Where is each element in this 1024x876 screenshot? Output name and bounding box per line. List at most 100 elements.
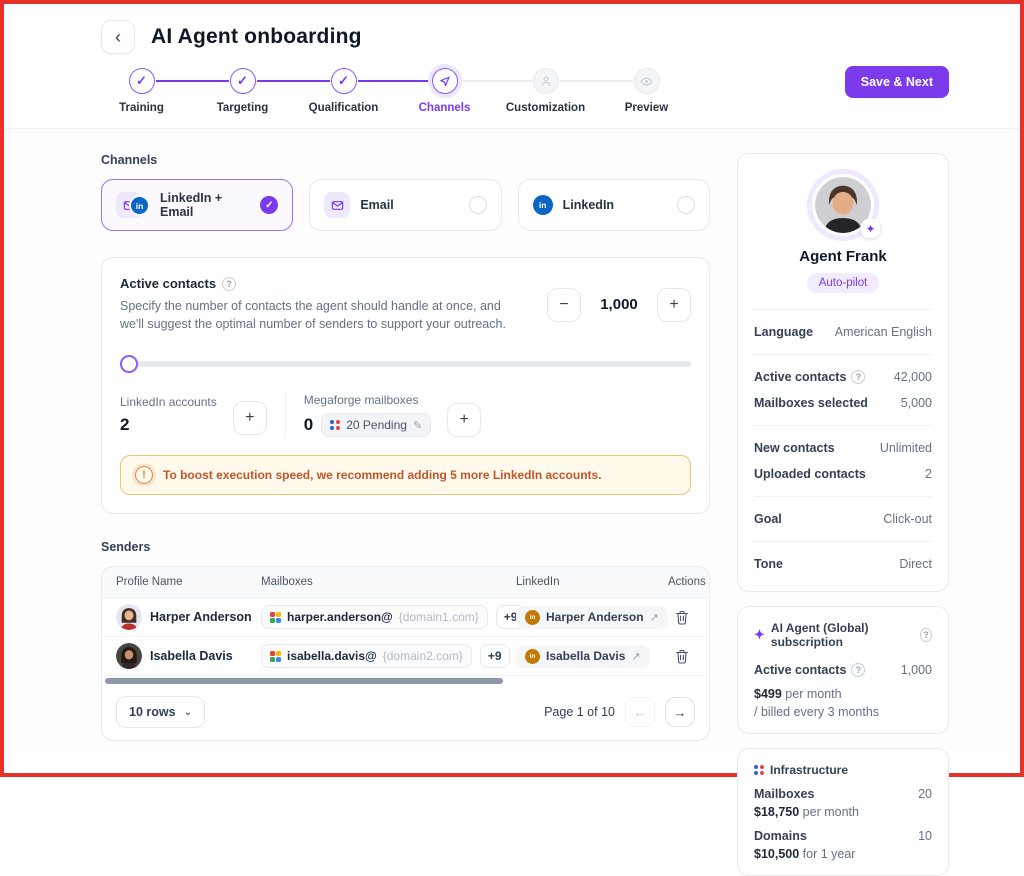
megaforge-mailboxes-label: Megaforge mailboxes	[303, 393, 419, 408]
step-targeting[interactable]: ✓ Targeting	[155, 68, 293, 114]
megaforge-icon	[754, 765, 764, 775]
chevron-down-icon: ⌄	[183, 706, 192, 718]
next-page-button[interactable]: →	[665, 697, 695, 728]
stat-mailboxes-selected: Mailboxes selected 5,000	[754, 396, 932, 410]
mailbox-badge[interactable]: isabella.davis@ {domain2.com}	[261, 644, 472, 669]
step-preview[interactable]: Preview	[559, 68, 697, 114]
slider-handle[interactable]	[120, 355, 138, 374]
infra-domains: Domains 10 $10,500 for 1 year	[754, 829, 932, 861]
page-title: AI Agent onboarding	[151, 25, 362, 48]
decrement-button[interactable]: −	[547, 287, 581, 322]
save-next-button[interactable]: Save & Next	[844, 66, 949, 98]
active-contacts-value: 1,000	[600, 296, 638, 314]
slider-track	[120, 361, 691, 368]
senders-table: Profile Name Mailboxes LinkedIn Actions …	[101, 566, 710, 742]
channel-option-linkedin-email[interactable]: in LinkedIn + Email ✓	[101, 179, 294, 231]
warning-text: To boost execution speed, we recommend a…	[163, 468, 602, 483]
infrastructure-header: Infrastructure	[754, 763, 932, 777]
linkedin-icon: in	[532, 195, 553, 215]
linkedin-profile-link[interactable]: in Harper Anderson ↗	[516, 605, 668, 629]
stat-uploaded-contacts: Uploaded contacts 2	[754, 467, 932, 481]
column-header: Mailboxes	[261, 576, 313, 589]
radio-unchecked-icon[interactable]	[676, 196, 695, 214]
add-mailbox-button[interactable]: +	[447, 403, 482, 438]
stat-goal: Goal Click-out	[754, 512, 932, 526]
step-label: Targeting	[216, 102, 269, 114]
add-linkedin-account-button[interactable]: +	[232, 401, 267, 436]
linkedin-accounts-value: 2	[120, 415, 130, 435]
radio-unchecked-icon[interactable]	[468, 196, 487, 214]
ai-sparkle-icon: ✦	[861, 219, 880, 238]
email-linkedin-combo-icon: in	[116, 192, 150, 218]
step-training[interactable]: ✓ Training	[91, 68, 192, 114]
channel-label: LinkedIn	[562, 198, 615, 212]
google-workspace-icon	[270, 611, 281, 623]
help-icon[interactable]: ?	[222, 276, 237, 291]
active-contacts-title: Active contacts ?	[120, 276, 527, 291]
table-row: Harper Anderson harper.anderson@ {domain1…	[102, 598, 709, 638]
delete-sender-button[interactable]	[675, 649, 689, 664]
delete-sender-button[interactable]	[675, 610, 689, 625]
stepper: ✓ Training ✓ Targeting ✓ Qualification C…	[91, 68, 949, 114]
step-qualification[interactable]: ✓ Qualification	[256, 68, 394, 114]
step-channels[interactable]: Channels	[357, 68, 495, 114]
sender-name: Isabella Davis	[150, 649, 233, 664]
channel-option-linkedin[interactable]: in LinkedIn	[517, 179, 710, 231]
table-header-row: Profile Name Mailboxes LinkedIn Actions	[102, 567, 709, 599]
stat-language: Language American English	[754, 325, 932, 339]
help-icon[interactable]: ?	[851, 370, 866, 384]
infrastructure-card: Infrastructure Mailboxes 20 $18,750 per …	[737, 748, 949, 876]
stat-active-contacts: Active contacts? 42,000	[754, 370, 932, 384]
edit-pencil-icon[interactable]: ✎	[413, 419, 422, 432]
back-button[interactable]: ‹	[101, 20, 135, 54]
email-icon	[324, 192, 351, 218]
step-customization[interactable]: Customization	[458, 68, 596, 114]
help-icon[interactable]: ?	[851, 663, 866, 677]
megaforge-mailboxes-value: 0	[303, 415, 314, 435]
pending-mailboxes-badge[interactable]: 20 Pending ✎	[321, 413, 432, 438]
eye-icon	[633, 68, 660, 94]
channel-label: LinkedIn + Email	[160, 191, 223, 219]
step-label: Qualification	[308, 102, 379, 114]
agent-summary-card: ✦ Agent Frank Auto-pilot Language Americ…	[737, 153, 949, 592]
subscription-billing-note: / billed every 3 months	[754, 705, 880, 719]
person-icon	[532, 68, 559, 94]
send-plane-icon	[431, 68, 458, 94]
page-info: Page 1 of 10	[544, 705, 615, 720]
help-icon[interactable]: ?	[920, 628, 932, 642]
channel-option-email[interactable]: Email	[309, 179, 502, 231]
sender-name: Harper Anderson	[150, 610, 252, 625]
active-contacts-description: Specify the number of contacts the agent…	[120, 299, 506, 332]
avatar	[116, 604, 142, 631]
step-label: Preview	[624, 102, 669, 114]
google-workspace-icon	[270, 650, 281, 662]
divider	[754, 496, 932, 497]
mailbox-badge[interactable]: harper.anderson@ {domain1.com}	[261, 605, 488, 630]
channel-label: Email	[360, 198, 394, 212]
linkedin-icon: in	[525, 609, 540, 625]
increment-button[interactable]: +	[657, 287, 691, 322]
stat-new-contacts: New contacts Unlimited	[754, 441, 932, 455]
linkedin-profile-link[interactable]: in Isabella Davis ↗	[516, 644, 650, 668]
senders-section-label: Senders	[101, 540, 151, 555]
step-label: Training	[119, 102, 164, 114]
stat-tone: Tone Direct	[754, 557, 932, 571]
rows-per-page-select[interactable]: 10 rows ⌄	[116, 696, 205, 729]
infra-mailboxes: Mailboxes 20 $18,750 per month	[754, 787, 932, 819]
active-contacts-slider[interactable]	[120, 355, 691, 374]
divider	[754, 354, 932, 355]
vertical-divider	[284, 393, 286, 438]
divider	[754, 425, 932, 426]
linkedin-icon: in	[525, 648, 540, 664]
radio-checked-icon[interactable]: ✓	[260, 196, 279, 214]
linkedin-accounts-label: LinkedIn accounts	[120, 395, 217, 410]
prev-page-button[interactable]: ←	[625, 697, 655, 728]
column-header: Actions	[668, 576, 706, 589]
avatar	[116, 643, 142, 670]
infra-mailboxes-price: $18,750 per month	[754, 805, 859, 819]
warning-banner: ! To boost execution speed, we recommend…	[120, 455, 691, 496]
column-header: Profile Name	[116, 576, 183, 589]
table-row: Isabella Davis isabella.davis@ {domain2.c…	[102, 637, 709, 677]
subscription-card: ✦ AI Agent (Global) subscription ? Activ…	[737, 606, 949, 734]
channel-options: in LinkedIn + Email ✓ Email in LinkedIn	[101, 179, 710, 231]
